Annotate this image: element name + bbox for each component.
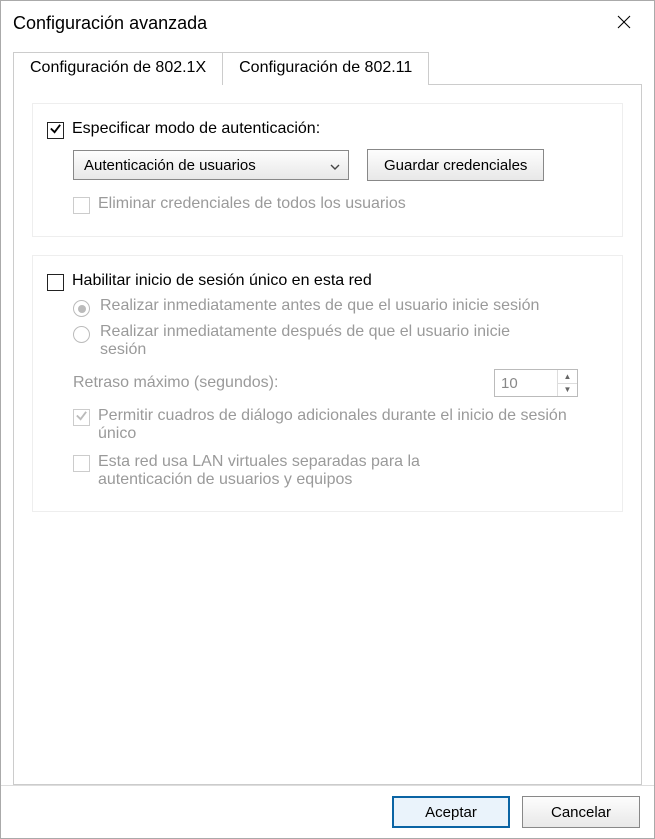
enable-sso-checkbox[interactable] (47, 274, 64, 291)
chevron-down-icon (330, 157, 340, 174)
tab-panel-8021x: Especificar modo de autenticación: Auten… (13, 84, 642, 785)
close-button[interactable] (606, 9, 642, 37)
separate-vlan-label: Esta red usa LAN virtuales separadas par… (98, 453, 498, 489)
delay-spinner: 10 ▲ ▼ (494, 369, 578, 397)
delete-credentials-checkbox (73, 197, 90, 214)
dialog-window: Configuración avanzada Configuración de … (0, 0, 655, 839)
spinner-arrows: ▲ ▼ (557, 370, 577, 396)
auth-mode-selected: Autenticación de usuarios (84, 157, 256, 174)
delete-credentials-label: Eliminar credenciales de todos los usuar… (98, 195, 406, 213)
delay-value: 10 (495, 370, 557, 396)
separate-vlan-row: Esta red usa LAN virtuales separadas par… (73, 453, 608, 489)
window-title: Configuración avanzada (13, 13, 207, 34)
dialog-footer: Aceptar Cancelar (1, 785, 654, 838)
delay-label: Retraso máximo (segundos): (73, 374, 278, 392)
button-label: Guardar credenciales (384, 157, 527, 174)
tab-strip: Configuración de 802.1X Configuración de… (13, 51, 642, 84)
ok-button[interactable]: Aceptar (392, 796, 510, 828)
auth-mode-group: Especificar modo de autenticación: Auten… (32, 103, 623, 237)
allow-dialogs-checkbox (73, 409, 90, 426)
enable-sso-label: Habilitar inicio de sesión único en esta… (72, 272, 372, 290)
tab-label: Configuración de 802.11 (239, 59, 412, 76)
specify-auth-checkbox[interactable] (47, 122, 64, 139)
enable-sso-row: Habilitar inicio de sesión único en esta… (47, 272, 608, 291)
sso-after-label: Realizar inmediatamente después de que e… (100, 323, 540, 359)
specify-auth-label: Especificar modo de autenticación: (72, 120, 320, 138)
sso-after-radio (73, 326, 90, 343)
spinner-up: ▲ (558, 370, 577, 383)
sso-after-row: Realizar inmediatamente después de que e… (73, 323, 608, 359)
content-area: Configuración de 802.1X Configuración de… (1, 45, 654, 785)
close-icon (617, 13, 631, 34)
titlebar: Configuración avanzada (1, 1, 654, 45)
save-credentials-button[interactable]: Guardar credenciales (367, 149, 544, 181)
checkmark-icon (49, 122, 62, 139)
button-label: Aceptar (425, 804, 477, 821)
button-label: Cancelar (551, 804, 611, 821)
auth-mode-dropdown[interactable]: Autenticación de usuarios (73, 150, 349, 180)
cancel-button[interactable]: Cancelar (522, 796, 640, 828)
radio-dot-icon (78, 305, 86, 313)
sso-before-label: Realizar inmediatamente antes de que el … (100, 297, 539, 315)
spinner-down: ▼ (558, 383, 577, 397)
sso-before-row: Realizar inmediatamente antes de que el … (73, 297, 608, 317)
tab-80211[interactable]: Configuración de 802.11 (223, 52, 429, 85)
sso-before-radio (73, 300, 90, 317)
tab-label: Configuración de 802.1X (30, 59, 206, 76)
specify-auth-row: Especificar modo de autenticación: (47, 120, 608, 139)
delete-credentials-row: Eliminar credenciales de todos los usuar… (73, 195, 608, 214)
delay-row: Retraso máximo (segundos): 10 ▲ ▼ (73, 369, 608, 397)
auth-mode-controls: Autenticación de usuarios Guardar creden… (73, 149, 608, 181)
checkmark-icon (75, 409, 88, 426)
separate-vlan-checkbox (73, 455, 90, 472)
allow-dialogs-row: Permitir cuadros de diálogo adicionales … (73, 407, 608, 443)
allow-dialogs-label: Permitir cuadros de diálogo adicionales … (98, 407, 568, 443)
tab-8021x[interactable]: Configuración de 802.1X (13, 52, 223, 85)
sso-group: Habilitar inicio de sesión único en esta… (32, 255, 623, 512)
